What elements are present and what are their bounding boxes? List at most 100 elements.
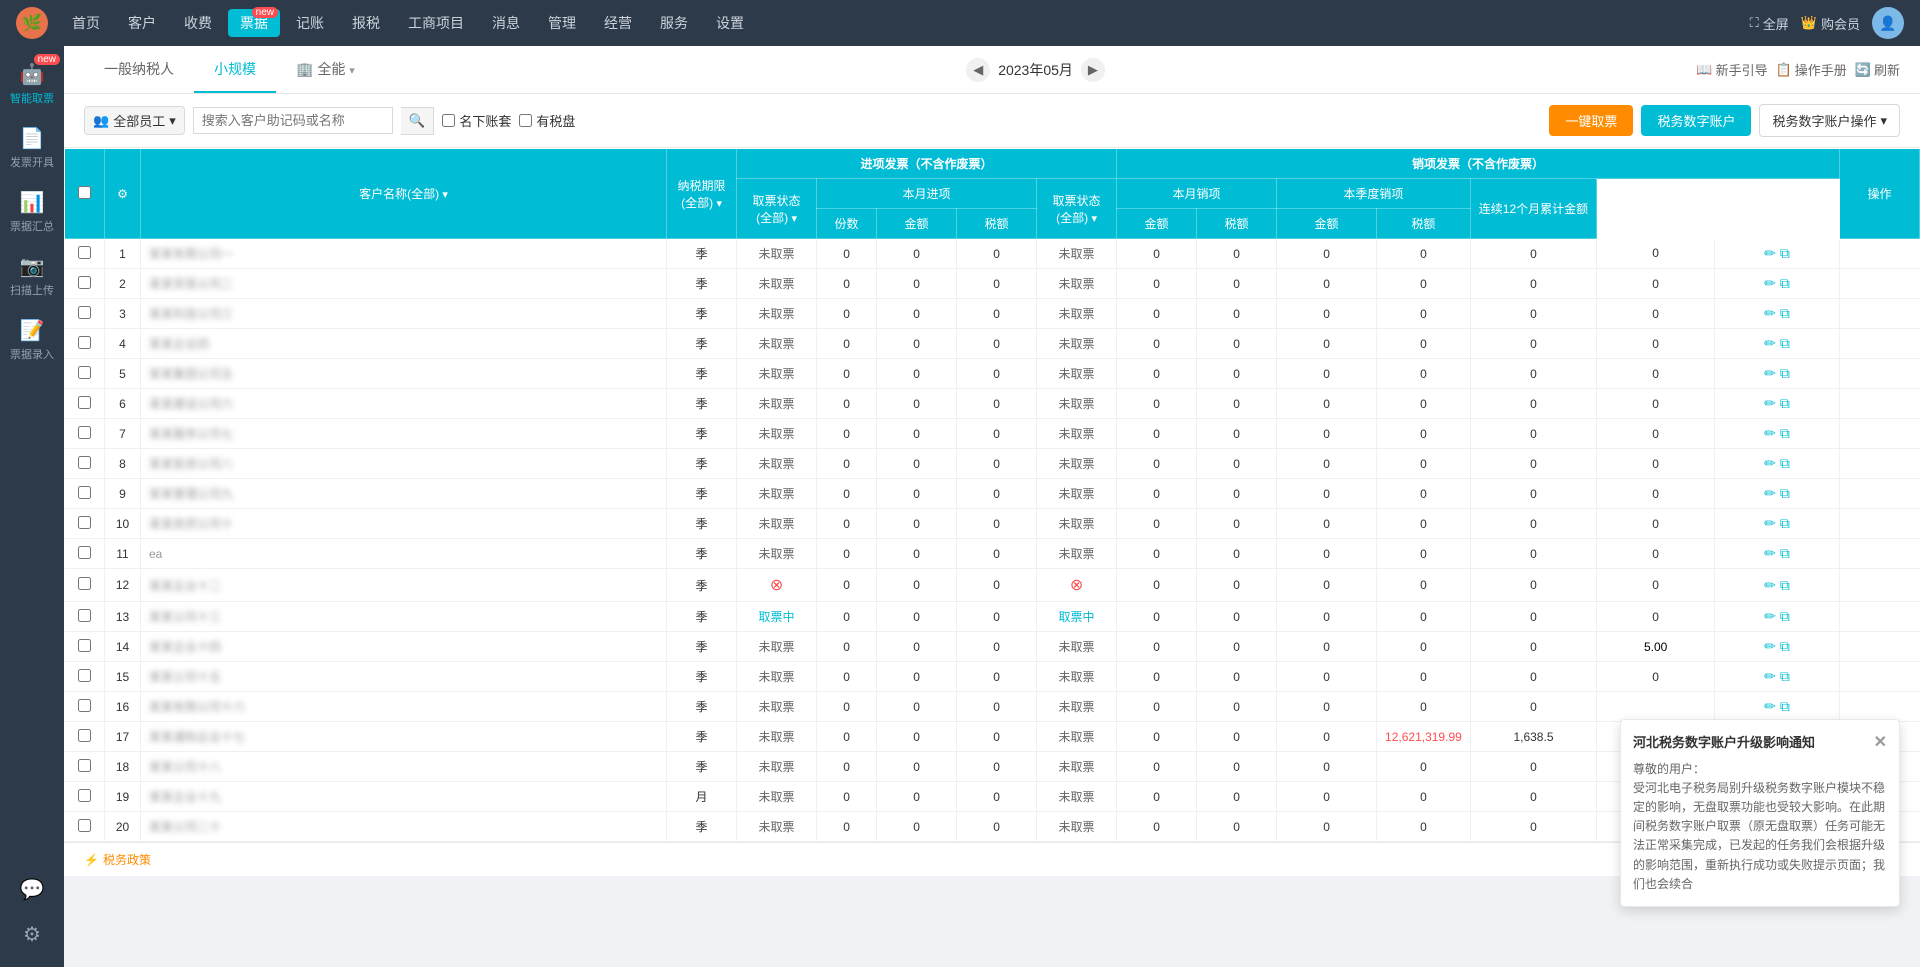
out-status-cell[interactable]: 未取票: [1037, 449, 1117, 479]
nav-manage[interactable]: 管理: [536, 9, 588, 37]
edit-icon[interactable]: ✏: [1764, 545, 1776, 562]
copy-icon[interactable]: ⧉: [1780, 545, 1790, 562]
in-status-cell[interactable]: 未取票: [737, 662, 817, 692]
customer-name-cell[interactable]: 某某集团公司五: [141, 359, 667, 389]
search-button[interactable]: 🔍: [401, 107, 435, 135]
row-checkbox[interactable]: [78, 669, 91, 682]
row-checkbox-cell[interactable]: [65, 692, 105, 722]
copy-icon[interactable]: ⧉: [1780, 668, 1790, 685]
edit-icon[interactable]: ✏: [1764, 608, 1776, 625]
out-status-cell[interactable]: 未取票: [1037, 752, 1117, 782]
tax-policy-link[interactable]: ⚡ 税务政策: [84, 851, 151, 868]
row-checkbox-cell[interactable]: [65, 449, 105, 479]
guide-button[interactable]: 📖 新手引导: [1696, 60, 1767, 79]
copy-icon[interactable]: ⧉: [1780, 245, 1790, 262]
edit-icon[interactable]: ✏: [1764, 425, 1776, 442]
edit-icon[interactable]: ✏: [1764, 245, 1776, 262]
in-status-cell[interactable]: 未取票: [737, 299, 817, 329]
customer-name-cell[interactable]: ea: [141, 539, 667, 569]
in-status-cell[interactable]: 取票中: [737, 602, 817, 632]
sidebar-item-smart-ticket[interactable]: new 🤖 智能取票: [4, 54, 60, 114]
row-checkbox-cell[interactable]: [65, 359, 105, 389]
th-in-status[interactable]: 取票状态(全部) ▾: [737, 179, 817, 239]
customer-name-cell[interactable]: 某某有限公司十六: [141, 692, 667, 722]
in-status-cell[interactable]: 未取票: [737, 239, 817, 269]
customer-name-cell[interactable]: 某某有限公司一: [141, 239, 667, 269]
customer-name-cell[interactable]: 某某商贸公司十: [141, 509, 667, 539]
edit-icon[interactable]: ✏: [1764, 395, 1776, 412]
has-taxpad-checkbox[interactable]: 有税盘: [519, 111, 575, 130]
in-status-cell[interactable]: 未取票: [737, 329, 817, 359]
user-avatar[interactable]: 👤: [1872, 7, 1904, 39]
in-status-cell[interactable]: 未取票: [737, 389, 817, 419]
out-status-cell[interactable]: ⊗: [1037, 569, 1117, 602]
sidebar-item-config[interactable]: ⚙: [4, 914, 60, 955]
date-prev-button[interactable]: ◀: [966, 58, 990, 82]
search-input[interactable]: [193, 107, 393, 134]
copy-icon[interactable]: ⧉: [1780, 305, 1790, 322]
customer-name-cell[interactable]: 某某企业十二: [141, 569, 667, 602]
sidebar-item-ticket-summary[interactable]: 📊 票据汇总: [4, 182, 60, 242]
th-customer-name[interactable]: 客户名称(全部) ▾: [141, 149, 667, 239]
nav-settings[interactable]: 设置: [704, 9, 756, 37]
row-checkbox-cell[interactable]: [65, 752, 105, 782]
customer-name-cell[interactable]: 某某企业十四: [141, 632, 667, 662]
row-checkbox[interactable]: [78, 789, 91, 802]
in-status-cell[interactable]: 未取票: [737, 269, 817, 299]
out-status-cell[interactable]: 未取票: [1037, 509, 1117, 539]
select-all-checkbox[interactable]: [78, 186, 91, 199]
out-status-cell[interactable]: 未取票: [1037, 299, 1117, 329]
sidebar-item-scan-upload[interactable]: 📷 扫描上传: [4, 246, 60, 306]
row-checkbox[interactable]: [78, 276, 91, 289]
fullscreen-button[interactable]: ⛶ 全屏: [1750, 14, 1789, 33]
tab-full-capable[interactable]: 🏢 全能 ▾: [276, 47, 375, 93]
member-button[interactable]: 👑 购会员: [1801, 14, 1860, 33]
row-checkbox[interactable]: [78, 546, 91, 559]
in-status-cell[interactable]: 未取票: [737, 419, 817, 449]
in-status-cell[interactable]: 未取票: [737, 812, 817, 842]
row-checkbox[interactable]: [78, 729, 91, 742]
out-status-cell[interactable]: 未取票: [1037, 359, 1117, 389]
out-status-cell[interactable]: 未取票: [1037, 419, 1117, 449]
row-checkbox[interactable]: [78, 819, 91, 832]
customer-name-cell[interactable]: 某某企业十九: [141, 782, 667, 812]
in-status-cell[interactable]: ⊗: [737, 569, 817, 602]
row-checkbox-cell[interactable]: [65, 389, 105, 419]
out-status-cell[interactable]: 未取票: [1037, 239, 1117, 269]
row-checkbox-cell[interactable]: [65, 269, 105, 299]
in-status-cell[interactable]: 未取票: [737, 359, 817, 389]
nav-business[interactable]: 工商项目: [396, 9, 476, 37]
customer-name-cell[interactable]: 某某贸易公司二: [141, 269, 667, 299]
date-next-button[interactable]: ▶: [1081, 58, 1105, 82]
out-status-cell[interactable]: 未取票: [1037, 389, 1117, 419]
copy-icon[interactable]: ⧉: [1780, 455, 1790, 472]
row-checkbox[interactable]: [78, 396, 91, 409]
customer-name-cell[interactable]: 某某科技公司三: [141, 299, 667, 329]
copy-icon[interactable]: ⧉: [1780, 515, 1790, 532]
in-status-cell[interactable]: 未取票: [737, 692, 817, 722]
in-status-cell[interactable]: 未取票: [737, 509, 817, 539]
copy-icon[interactable]: ⧉: [1780, 608, 1790, 625]
nav-tax[interactable]: 报税: [340, 9, 392, 37]
customer-name-cell[interactable]: 某某投资公司八: [141, 449, 667, 479]
row-checkbox[interactable]: [78, 577, 91, 590]
row-checkbox-cell[interactable]: [65, 722, 105, 752]
row-checkbox[interactable]: [78, 699, 91, 712]
copy-icon[interactable]: ⧉: [1780, 577, 1790, 594]
out-status-cell[interactable]: 未取票: [1037, 479, 1117, 509]
nav-customer[interactable]: 客户: [116, 9, 168, 37]
digital-account-operation-button[interactable]: 税务数字账户操作 ▾: [1759, 104, 1900, 137]
row-checkbox-cell[interactable]: [65, 782, 105, 812]
row-checkbox-cell[interactable]: [65, 662, 105, 692]
out-status-cell[interactable]: 未取票: [1037, 662, 1117, 692]
row-checkbox[interactable]: [78, 759, 91, 772]
row-checkbox-cell[interactable]: [65, 329, 105, 359]
employee-select[interactable]: 👥 全部员工 ▾: [84, 106, 185, 135]
in-status-cell[interactable]: 未取票: [737, 539, 817, 569]
nav-operation[interactable]: 经营: [592, 9, 644, 37]
copy-icon[interactable]: ⧉: [1780, 425, 1790, 442]
out-status-cell[interactable]: 未取票: [1037, 632, 1117, 662]
row-checkbox-cell[interactable]: [65, 299, 105, 329]
out-status-cell[interactable]: 未取票: [1037, 269, 1117, 299]
row-checkbox[interactable]: [78, 639, 91, 652]
